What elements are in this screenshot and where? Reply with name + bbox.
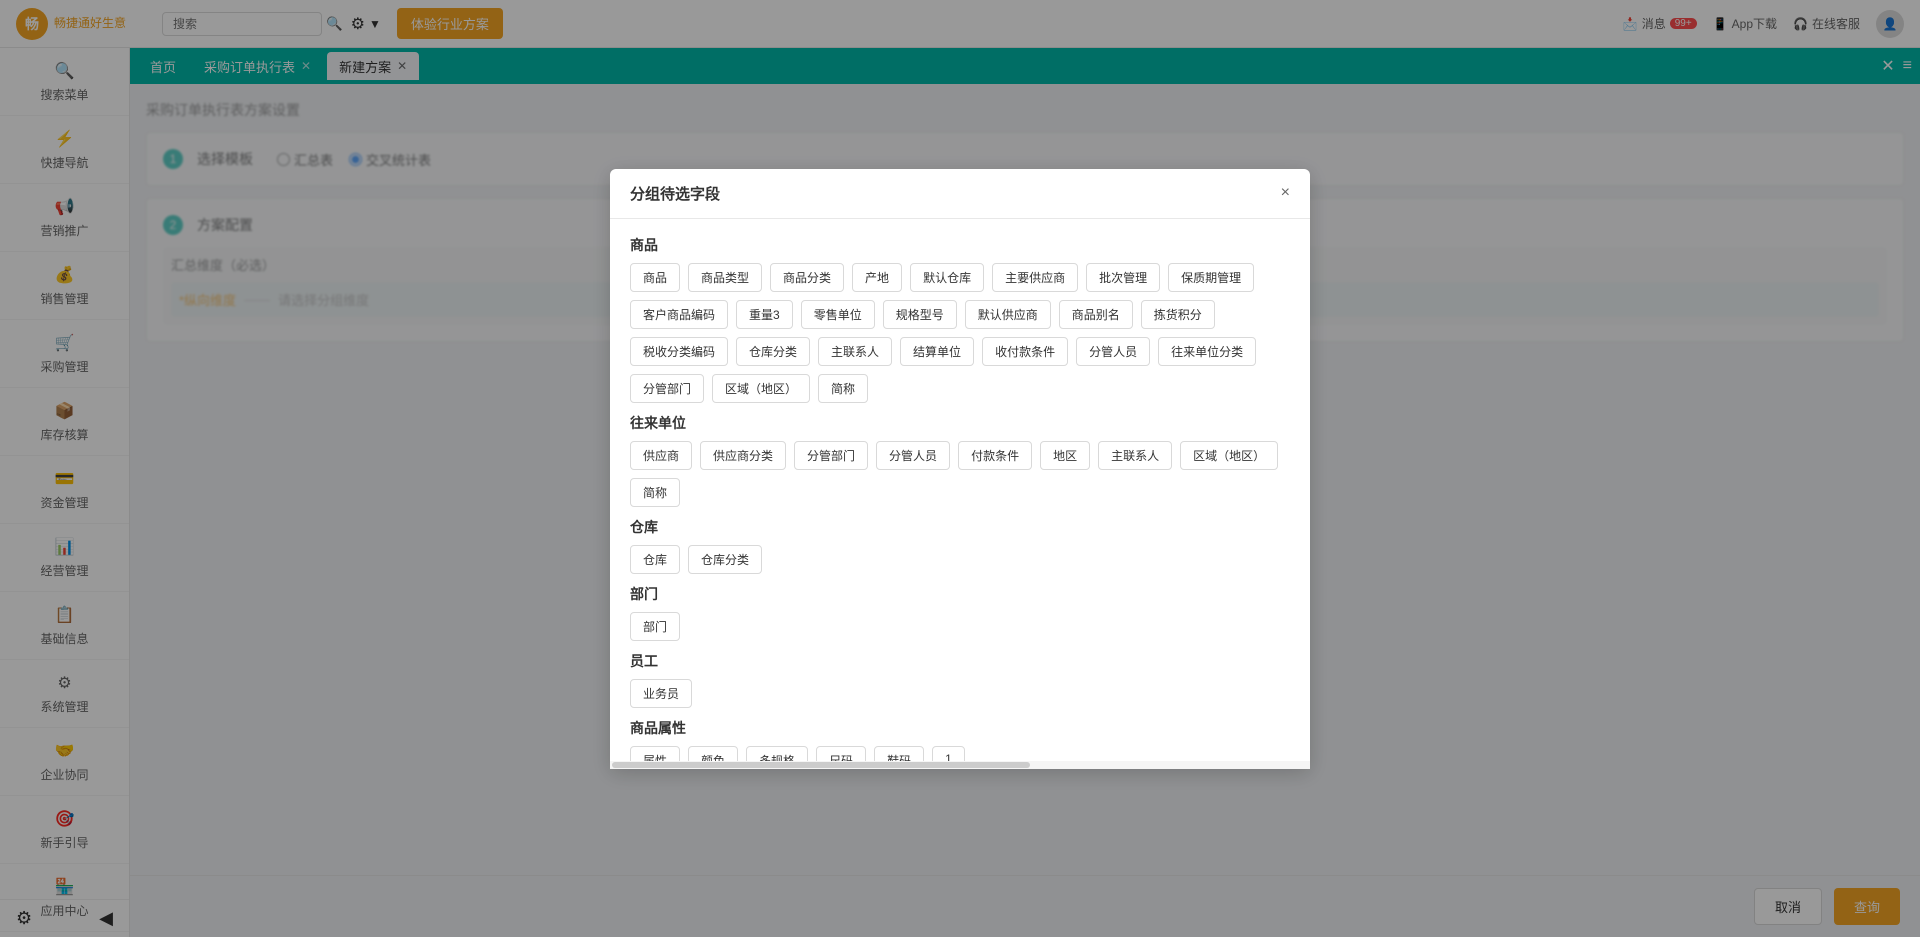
field-tag-0-2[interactable]: 商品分类 <box>770 263 844 292</box>
field-tag-0-24[interactable]: 简称 <box>818 374 868 403</box>
field-tag-2-1[interactable]: 仓库分类 <box>688 545 762 574</box>
field-tag-0-12[interactable]: 默认供应商 <box>965 300 1051 329</box>
field-tag-0-14[interactable]: 拣货积分 <box>1141 300 1215 329</box>
field-tag-0-5[interactable]: 主要供应商 <box>992 263 1078 292</box>
field-tag-0-18[interactable]: 结算单位 <box>900 337 974 366</box>
field-tag-5-5[interactable]: 1 <box>932 746 965 762</box>
field-tag-0-6[interactable]: 批次管理 <box>1086 263 1160 292</box>
field-tag-5-3[interactable]: 尺码 <box>816 746 866 762</box>
field-tag-0-4[interactable]: 默认仓库 <box>910 263 984 292</box>
field-group-title-1: 往来单位 <box>630 413 1290 433</box>
field-tag-0-20[interactable]: 分管人员 <box>1076 337 1150 366</box>
field-tag-0-22[interactable]: 分管部门 <box>630 374 704 403</box>
field-tag-4-0[interactable]: 业务员 <box>630 679 692 708</box>
field-tag-0-7[interactable]: 保质期管理 <box>1168 263 1254 292</box>
field-tag-0-13[interactable]: 商品别名 <box>1059 300 1133 329</box>
field-tag-1-7[interactable]: 区域（地区） <box>1180 441 1278 470</box>
field-group-title-4: 员工 <box>630 651 1290 671</box>
field-tag-2-0[interactable]: 仓库 <box>630 545 680 574</box>
field-group-title-0: 商品 <box>630 235 1290 255</box>
field-tag-0-1[interactable]: 商品类型 <box>688 263 762 292</box>
field-tag-5-0[interactable]: 属性 <box>630 746 680 762</box>
field-group-title-2: 仓库 <box>630 517 1290 537</box>
field-tags-1: 供应商供应商分类分管部门分管人员付款条件地区主联系人区域（地区） 简称 <box>630 441 1290 507</box>
field-tag-0-23[interactable]: 区域（地区） <box>712 374 810 403</box>
field-tag-0-19[interactable]: 收付款条件 <box>982 337 1068 366</box>
field-tag-0-17[interactable]: 主联系人 <box>818 337 892 366</box>
field-tag-0-10[interactable]: 零售单位 <box>801 300 875 329</box>
modal-title: 分组待选字段 <box>630 183 720 204</box>
field-tag-0-15[interactable]: 税收分类编码 <box>630 337 728 366</box>
modal-header: 分组待选字段 × <box>610 169 1310 219</box>
field-tag-1-2[interactable]: 分管部门 <box>794 441 868 470</box>
field-tag-0-16[interactable]: 仓库分类 <box>736 337 810 366</box>
field-tag-1-6[interactable]: 主联系人 <box>1098 441 1172 470</box>
field-tag-0-9[interactable]: 重量3 <box>736 300 793 329</box>
modal-scrollbar-thumb <box>612 762 1030 768</box>
modal-close-button[interactable]: × <box>1281 185 1290 201</box>
field-select-modal: 分组待选字段 × 商品商品商品类型商品分类产地默认仓库主要供应商批次管理保质期管… <box>610 169 1310 769</box>
field-tag-0-0[interactable]: 商品 <box>630 263 680 292</box>
field-tag-5-4[interactable]: 鞋码 <box>874 746 924 762</box>
field-tag-1-1[interactable]: 供应商分类 <box>700 441 786 470</box>
field-group-title-5: 商品属性 <box>630 718 1290 738</box>
field-tags-0: 商品商品类型商品分类产地默认仓库主要供应商批次管理保质期管理客户商品编码重量3 零… <box>630 263 1290 403</box>
field-tags-4: 业务员 <box>630 679 1290 708</box>
field-tag-1-8[interactable]: 简称 <box>630 478 680 507</box>
field-tag-1-0[interactable]: 供应商 <box>630 441 692 470</box>
field-tags-3: 部门 <box>630 612 1290 641</box>
field-tag-0-21[interactable]: 往来单位分类 <box>1158 337 1256 366</box>
field-tags-2: 仓库仓库分类 <box>630 545 1290 574</box>
field-tag-5-1[interactable]: 颜色 <box>688 746 738 762</box>
field-group-title-3: 部门 <box>630 584 1290 604</box>
modal-overlay: 分组待选字段 × 商品商品商品类型商品分类产地默认仓库主要供应商批次管理保质期管… <box>0 0 1920 937</box>
field-tag-5-2[interactable]: 多规格 <box>746 746 808 762</box>
field-tags-5: 属性颜色多规格尺码鞋码 1 <box>630 746 1290 762</box>
field-tag-1-4[interactable]: 付款条件 <box>958 441 1032 470</box>
field-tag-1-5[interactable]: 地区 <box>1040 441 1090 470</box>
field-tag-0-11[interactable]: 规格型号 <box>883 300 957 329</box>
field-tag-0-3[interactable]: 产地 <box>852 263 902 292</box>
modal-body[interactable]: 商品商品商品类型商品分类产地默认仓库主要供应商批次管理保质期管理客户商品编码重量… <box>610 219 1310 762</box>
modal-scrollbar <box>610 761 1310 768</box>
field-tag-3-0[interactable]: 部门 <box>630 612 680 641</box>
field-tag-1-3[interactable]: 分管人员 <box>876 441 950 470</box>
field-tag-0-8[interactable]: 客户商品编码 <box>630 300 728 329</box>
